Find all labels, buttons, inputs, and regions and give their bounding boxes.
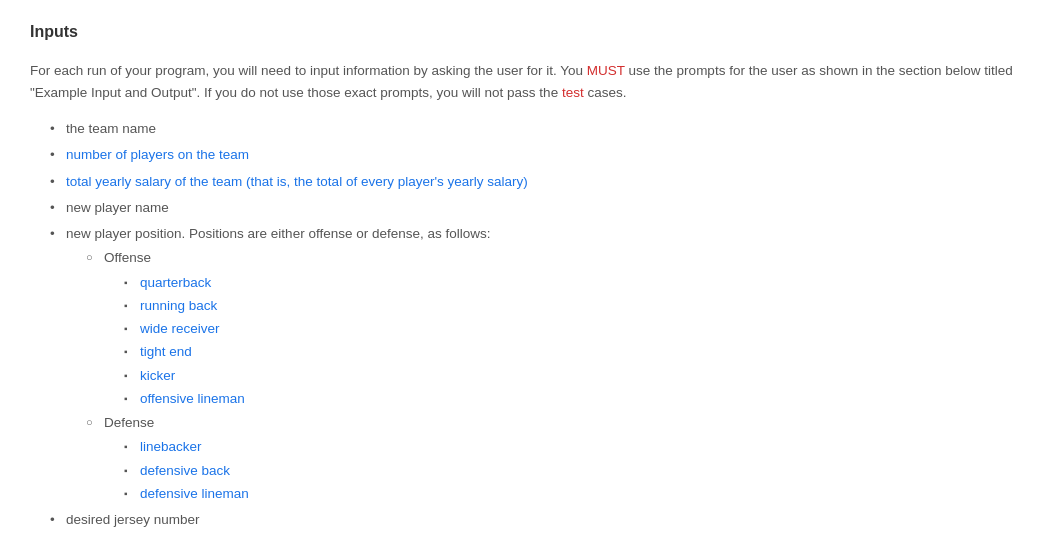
position-quarterback-text: quarterback bbox=[140, 275, 211, 290]
position-linebacker-text: linebacker bbox=[140, 439, 202, 454]
main-list: the team name number of players on the t… bbox=[30, 119, 1019, 538]
position-wide-receiver-text: wide receiver bbox=[140, 321, 220, 336]
intro-test: test bbox=[562, 85, 584, 100]
intro-paragraph: For each run of your program, you will n… bbox=[30, 60, 1019, 103]
section-heading: Inputs bbox=[30, 20, 1019, 44]
list-item-team-name-text: the team name bbox=[66, 121, 156, 136]
position-defensive-back: defensive back bbox=[124, 461, 1019, 481]
position-defensive-back-text: defensive back bbox=[140, 463, 230, 478]
position-defensive-lineman: defensive lineman bbox=[124, 484, 1019, 504]
list-item-position: new player position. Positions are eithe… bbox=[50, 224, 1019, 504]
position-kicker: kicker bbox=[124, 366, 1019, 386]
offense-item: Offense quarterback running back wide re… bbox=[86, 248, 1019, 409]
offense-positions-list: quarterback running back wide receiver t… bbox=[104, 273, 1019, 410]
list-item-players-text: number of players on the team bbox=[66, 147, 249, 162]
list-item-salary: total yearly salary of the team (that is… bbox=[50, 172, 1019, 192]
list-item-new-player-name: new player name bbox=[50, 198, 1019, 218]
position-tight-end: tight end bbox=[124, 342, 1019, 362]
defense-item: Defense linebacker defensive back defens… bbox=[86, 413, 1019, 504]
position-sub-list: Offense quarterback running back wide re… bbox=[66, 248, 1019, 504]
jersey-sub-list: the player's desired jersey number must … bbox=[66, 534, 1019, 538]
jersey-sub-item: the player's desired jersey number must … bbox=[86, 534, 1019, 538]
list-item-jersey: desired jersey number the player's desir… bbox=[50, 510, 1019, 538]
position-kicker-text: kicker bbox=[140, 368, 175, 383]
list-item-jersey-text: desired jersey number bbox=[66, 512, 200, 527]
position-offensive-lineman-text: offensive lineman bbox=[140, 391, 245, 406]
position-defensive-lineman-text: defensive lineman bbox=[140, 486, 249, 501]
position-quarterback: quarterback bbox=[124, 273, 1019, 293]
position-tight-end-text: tight end bbox=[140, 344, 192, 359]
position-linebacker: linebacker bbox=[124, 437, 1019, 457]
offense-label: Offense bbox=[104, 250, 151, 265]
list-item-salary-text: total yearly salary of the team (that is… bbox=[66, 174, 528, 189]
position-wide-receiver: wide receiver bbox=[124, 319, 1019, 339]
list-item-team-name: the team name bbox=[50, 119, 1019, 139]
list-item-players: number of players on the team bbox=[50, 145, 1019, 165]
position-offensive-lineman: offensive lineman bbox=[124, 389, 1019, 409]
list-item-new-player-name-text: new player name bbox=[66, 200, 169, 215]
position-running-back: running back bbox=[124, 296, 1019, 316]
list-item-position-text: new player position. Positions are eithe… bbox=[66, 226, 491, 241]
defense-label: Defense bbox=[104, 415, 154, 430]
position-running-back-text: running back bbox=[140, 298, 217, 313]
intro-text-before: For each run of your program, you will n… bbox=[30, 63, 587, 78]
intro-text-end: cases. bbox=[584, 85, 627, 100]
defense-positions-list: linebacker defensive back defensive line… bbox=[104, 437, 1019, 504]
intro-must: MUST bbox=[587, 63, 625, 78]
